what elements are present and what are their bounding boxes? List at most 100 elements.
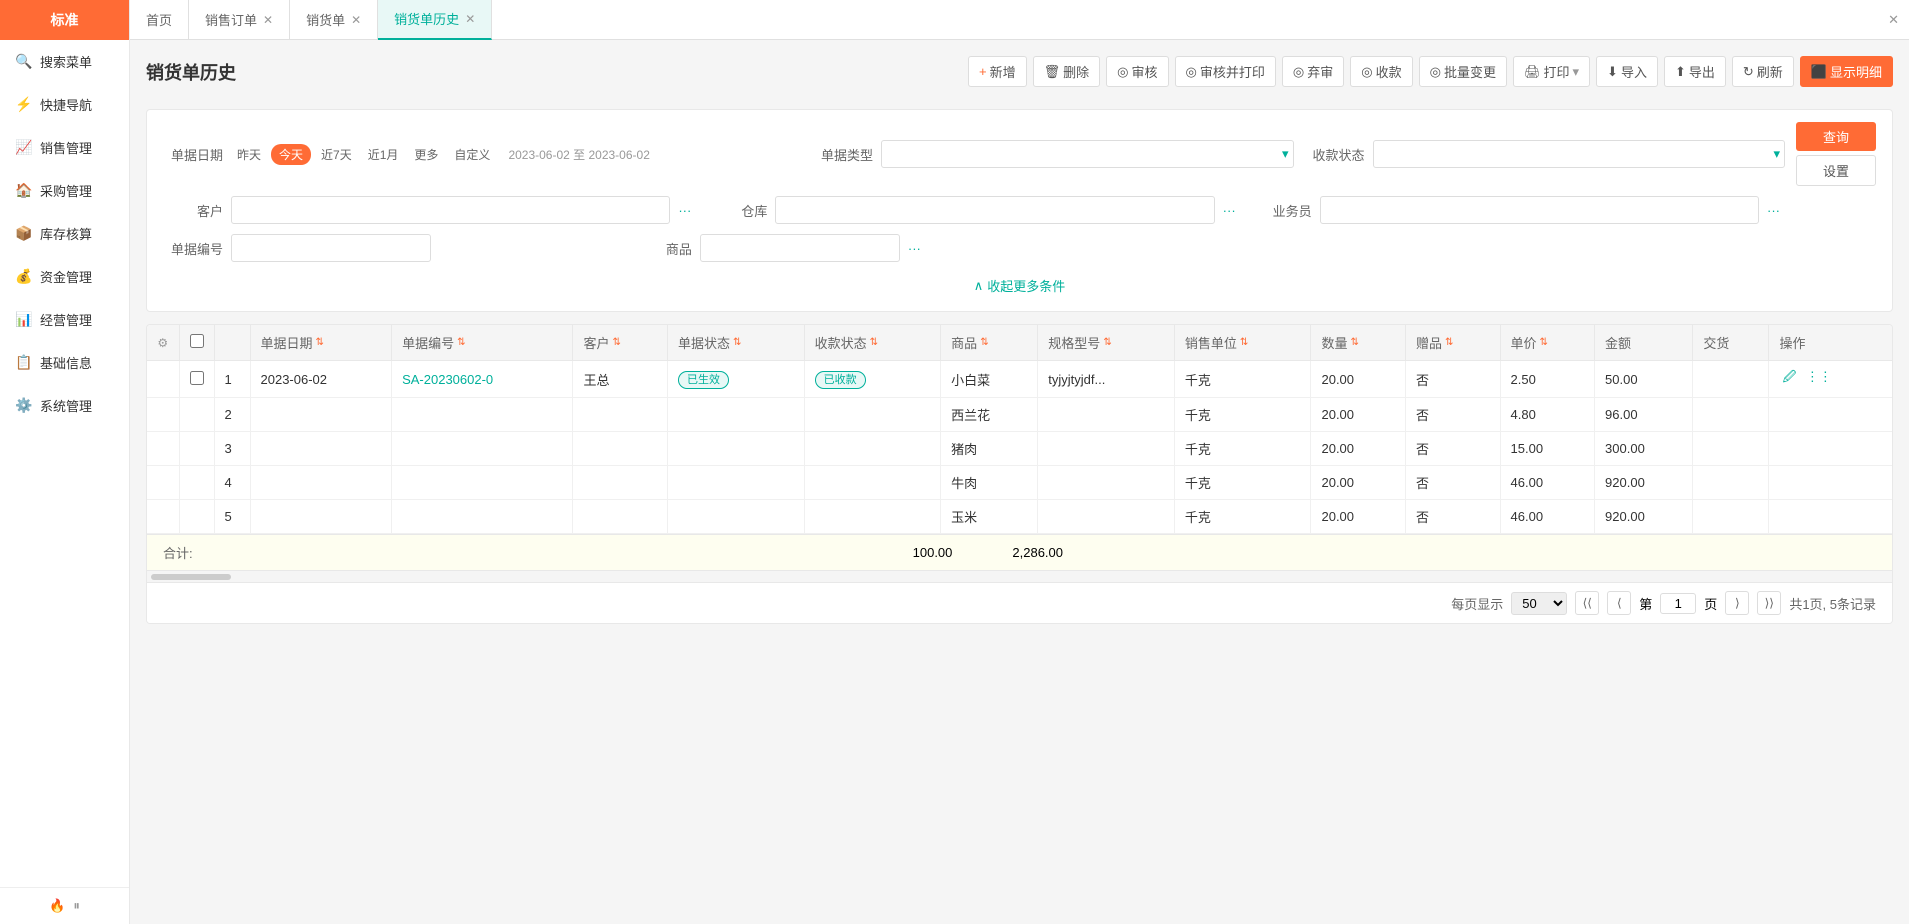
row5-doc-no — [392, 500, 573, 534]
unit-th[interactable]: 销售单位 ⇅ — [1174, 325, 1311, 361]
set-button[interactable]: 设置 — [1796, 155, 1876, 186]
date-btn-more[interactable]: 更多 — [408, 144, 444, 165]
amount-th: 金额 — [1595, 325, 1693, 361]
page-input-label: 第 — [1639, 594, 1652, 613]
row1-doc-status: 已生效 — [667, 361, 804, 398]
date-btn-custom[interactable]: 自定义 — [448, 144, 496, 165]
collect-button[interactable]: ◎ 收款 — [1350, 56, 1412, 87]
date-btn-7days[interactable]: 近7天 — [315, 144, 358, 165]
spec-th[interactable]: 规格型号 ⇅ — [1038, 325, 1175, 361]
row1-checkbox[interactable] — [190, 371, 204, 385]
import-button[interactable]: ⬇ 导入 — [1596, 56, 1658, 87]
table-row: 1 2023-06-02 SA-20230602-0 王总 已生效 已收款 小白… — [147, 361, 1892, 398]
delete-button[interactable]: 🗑 删除 — [1033, 56, 1101, 87]
sidebar-item-operation[interactable]: 📊 经营管理 — [0, 298, 129, 341]
qty-th[interactable]: 数量 ⇅ — [1311, 325, 1406, 361]
refresh-label: 刷新 — [1757, 62, 1783, 81]
sidebar-item-quick-nav[interactable]: ⚡ 快捷导航 — [0, 83, 129, 126]
sidebar-item-finance[interactable]: 💰 资金管理 — [0, 255, 129, 298]
tab-sales-history[interactable]: 销货单历史 ✕ — [378, 0, 492, 40]
row2-amount: 96.00 — [1595, 398, 1693, 432]
refresh-button[interactable]: ↻ 刷新 — [1732, 56, 1794, 87]
sidebar-item-search-menu[interactable]: 🔍 搜索菜单 — [0, 40, 129, 83]
sidebar-item-purchase-mgmt[interactable]: 🏠 采购管理 — [0, 169, 129, 212]
abandon-icon: ◎ — [1293, 64, 1304, 80]
sidebar-item-inventory[interactable]: 📦 库存核算 — [0, 212, 129, 255]
next-page-btn[interactable]: ⟩ — [1725, 591, 1749, 615]
scrollbar-thumb[interactable] — [151, 574, 231, 580]
horizontal-scrollbar[interactable] — [147, 570, 1892, 582]
batch-change-button[interactable]: ◎ 批量变更 — [1419, 56, 1507, 87]
doc-no-input[interactable] — [231, 234, 431, 262]
select-all-checkbox[interactable] — [190, 334, 204, 348]
sidebar-user-icon[interactable]: 🔥 — [49, 898, 65, 914]
table-settings-th[interactable]: ⚙ — [147, 325, 179, 361]
staff-search-btn[interactable]: ··· — [1767, 203, 1780, 218]
doc-type-dropdown-icon[interactable]: ▾ — [1282, 146, 1289, 162]
gift-th[interactable]: 赠品 ⇅ — [1406, 325, 1501, 361]
row5-spec — [1038, 500, 1175, 534]
export-button[interactable]: ⬆ 导出 — [1664, 56, 1726, 87]
tab-home[interactable]: 首页 — [130, 0, 189, 40]
goods-th[interactable]: 商品 ⇅ — [941, 325, 1038, 361]
row4-customer — [573, 466, 668, 500]
row3-price: 15.00 — [1500, 432, 1595, 466]
footer-data: 100.00 2,286.00 — [213, 545, 1876, 560]
add-button[interactable]: + 新增 — [968, 56, 1027, 87]
abandon-button[interactable]: ◎ 弃审 — [1282, 56, 1344, 87]
tab-sales-order-close[interactable]: ✕ — [263, 13, 273, 27]
customer-search-btn[interactable]: ··· — [678, 203, 691, 218]
table-header-row: ⚙ 单据日期 ⇅ 单据编号 — [147, 325, 1892, 361]
pay-status-th[interactable]: 收款状态 ⇅ — [804, 325, 941, 361]
goods-search-btn[interactable]: ··· — [908, 241, 921, 256]
audit-button[interactable]: ◎ 审核 — [1106, 56, 1168, 87]
customer-input[interactable] — [231, 196, 670, 224]
table-row: 4 牛肉 千克 20.00 否 46.00 920.00 — [147, 466, 1892, 500]
prev-page-btn[interactable]: ⟨ — [1607, 591, 1631, 615]
show-detail-button[interactable]: ⬛ 显示明细 — [1800, 56, 1893, 87]
last-page-btn[interactable]: ⟩⟩ — [1757, 591, 1781, 615]
main-area: 首页 销售订单 ✕ 销货单 ✕ 销货单历史 ✕ ✕ 销货单历史 + 新增 — [130, 0, 1909, 924]
price-th[interactable]: 单价 ⇅ — [1500, 325, 1595, 361]
date-btn-yesterday[interactable]: 昨天 — [231, 144, 267, 165]
page-number-input[interactable] — [1660, 593, 1696, 614]
doc-status-sort-icon: ⇅ — [733, 337, 741, 348]
row3-amount: 300.00 — [1595, 432, 1693, 466]
sidebar-item-sales-mgmt[interactable]: 📈 销售管理 — [0, 126, 129, 169]
doc-status-th[interactable]: 单据状态 ⇅ — [667, 325, 804, 361]
warehouse-input[interactable] — [775, 196, 1214, 224]
row1-edit-btn[interactable]: 🖉 — [1779, 369, 1799, 384]
audit-print-button[interactable]: ◎ 审核并打印 — [1175, 56, 1276, 87]
filter-collapse-btn[interactable]: ∧ 收起更多条件 — [163, 272, 1876, 299]
tab-sales-goods[interactable]: 销货单 ✕ — [290, 0, 378, 40]
date-btn-1month[interactable]: 近1月 — [362, 144, 405, 165]
staff-input[interactable] — [1320, 196, 1759, 224]
customer-th[interactable]: 客户 ⇅ — [573, 325, 668, 361]
tab-sales-order[interactable]: 销售订单 ✕ — [189, 0, 290, 40]
pay-status-input[interactable] — [1373, 140, 1786, 168]
tab-sales-goods-close[interactable]: ✕ — [351, 13, 361, 27]
row4-action — [1769, 466, 1892, 500]
search-button[interactable]: 查询 — [1796, 122, 1876, 151]
date-btn-today[interactable]: 今天 — [271, 144, 311, 165]
row4-spec — [1038, 466, 1175, 500]
sidebar-item-basic-info[interactable]: 📋 基础信息 — [0, 341, 129, 384]
first-page-btn[interactable]: ⟨⟨ — [1575, 591, 1599, 615]
sidebar-item-system-mgmt[interactable]: ⚙️ 系统管理 — [0, 384, 129, 427]
date-th[interactable]: 单据日期 ⇅ — [250, 325, 392, 361]
tab-sales-history-close[interactable]: ✕ — [465, 12, 475, 26]
pay-status-dropdown-icon[interactable]: ▾ — [1773, 146, 1780, 162]
print-button[interactable]: 🖨 打印 ▾ — [1513, 56, 1590, 87]
doc-type-input[interactable] — [881, 140, 1294, 168]
doc-no-col-label: 单据编号 — [402, 333, 454, 352]
tab-bar-close-all[interactable]: ✕ — [1888, 12, 1909, 28]
goods-input[interactable] — [700, 234, 900, 262]
sidebar-collapse-icon[interactable]: ⏸ — [73, 898, 80, 914]
row3-settings-cell — [147, 432, 179, 466]
row1-doc-no-link[interactable]: SA-20230602-0 — [402, 372, 493, 387]
warehouse-search-btn[interactable]: ··· — [1223, 203, 1236, 218]
doc-no-th[interactable]: 单据编号 ⇅ — [392, 325, 573, 361]
row1-more-btn[interactable]: ⋮⋮ — [1803, 369, 1835, 384]
page-size-select[interactable]: 50 100 200 — [1511, 592, 1567, 615]
export-icon: ⬆ — [1675, 64, 1686, 80]
